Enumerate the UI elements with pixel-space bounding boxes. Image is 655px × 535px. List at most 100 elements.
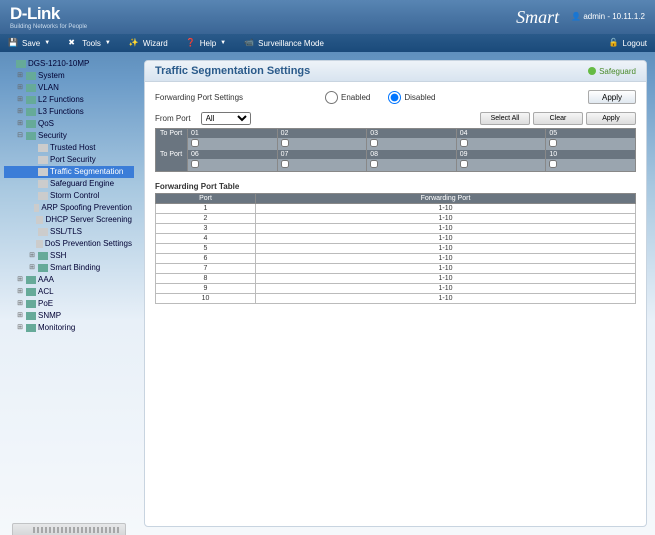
port-checkbox-10[interactable] — [549, 160, 557, 168]
tree-item-aaa[interactable]: ⊞AAA — [4, 274, 134, 286]
expand-icon[interactable]: ⊞ — [28, 250, 36, 262]
expand-icon[interactable]: ⊞ — [16, 82, 24, 94]
port-checkbox-03[interactable] — [370, 139, 378, 147]
device-image — [4, 514, 134, 535]
brand-name: D-Link — [10, 4, 87, 24]
cell-port: 7 — [156, 264, 256, 274]
port-checkbox-05[interactable] — [549, 139, 557, 147]
tree-item-dos-prevention-settings[interactable]: DoS Prevention Settings — [4, 238, 134, 250]
disabled-radio[interactable]: Disabled — [388, 91, 435, 104]
port-checkbox-04[interactable] — [460, 139, 468, 147]
expand-icon[interactable]: ⊞ — [28, 262, 36, 274]
tree-label: Port Security — [50, 154, 96, 166]
tree-item-ssl-tls[interactable]: SSL/TLS — [4, 226, 134, 238]
wizard-button[interactable]: ✨Wizard — [129, 38, 168, 48]
tree-device[interactable]: DGS-1210-10MP — [4, 58, 134, 70]
tree-item-port-security[interactable]: Port Security — [4, 154, 134, 166]
clear-button[interactable]: Clear — [533, 112, 583, 125]
port-header-03: 03 — [367, 129, 457, 138]
tree-item-snmp[interactable]: ⊞SNMP — [4, 310, 134, 322]
logout-button[interactable]: 🔓Logout — [609, 38, 647, 48]
folder-icon — [26, 288, 36, 296]
tree-item-ssh[interactable]: ⊞SSH — [4, 250, 134, 262]
tree-item-l3-functions[interactable]: ⊞ L3 Functions — [4, 106, 134, 118]
tree-label: L3 Functions — [38, 106, 84, 118]
select-all-button[interactable]: Select All — [480, 112, 530, 125]
expand-icon[interactable]: ⊞ — [16, 274, 24, 286]
main-toolbar: 💾Save▼ ✖Tools▼ ✨Wizard ❓Help▼ 📹Surveilla… — [0, 34, 655, 52]
page-icon — [38, 156, 48, 164]
port-header-01: 01 — [188, 129, 278, 138]
cell-port: 1 — [156, 204, 256, 214]
expand-icon[interactable]: ⊞ — [16, 310, 24, 322]
tree-label: QoS — [38, 118, 54, 130]
tree-item-poe[interactable]: ⊞PoE — [4, 298, 134, 310]
table-row: 101-10 — [156, 294, 636, 304]
folder-icon — [26, 324, 36, 332]
expand-icon[interactable]: ⊟ — [16, 130, 24, 142]
expand-icon[interactable]: ⊞ — [16, 106, 24, 118]
save-menu[interactable]: 💾Save▼ — [8, 38, 50, 48]
tree-item-arp-spoofing-prevention[interactable]: ARP Spoofing Prevention — [4, 202, 134, 214]
tree-label: Smart Binding — [50, 262, 100, 274]
apply-button[interactable]: Apply — [588, 90, 636, 104]
expand-icon[interactable]: ⊞ — [16, 118, 24, 130]
expand-icon[interactable]: ⊞ — [16, 286, 24, 298]
tree-item-acl[interactable]: ⊞ACL — [4, 286, 134, 298]
port-checkbox-09[interactable] — [460, 160, 468, 168]
table-row: 91-10 — [156, 284, 636, 294]
cell-port: 4 — [156, 234, 256, 244]
port-checkbox-06[interactable] — [191, 160, 199, 168]
tree-item-safeguard-engine[interactable]: Safeguard Engine — [4, 178, 134, 190]
expand-icon[interactable]: ⊞ — [16, 298, 24, 310]
tree-label: ARP Spoofing Prevention — [41, 202, 132, 214]
cell-port: 8 — [156, 274, 256, 284]
tree-item-vlan[interactable]: ⊞ VLAN — [4, 82, 134, 94]
tools-menu[interactable]: ✖Tools▼ — [68, 38, 111, 48]
page-icon — [36, 240, 43, 248]
folder-icon — [26, 84, 36, 92]
tree-item-smart-binding[interactable]: ⊞ Smart Binding — [4, 262, 134, 274]
tree-label: VLAN — [38, 82, 59, 94]
settings-label: Forwarding Port Settings — [155, 93, 325, 102]
expand-icon[interactable]: ⊞ — [16, 94, 24, 106]
tree-item-monitoring[interactable]: ⊞Monitoring — [4, 322, 134, 334]
apply-ports-button[interactable]: Apply — [586, 112, 636, 125]
tree-item-storm-control[interactable]: Storm Control — [4, 190, 134, 202]
surveillance-button[interactable]: 📹Surveillance Mode — [244, 38, 324, 48]
table-row: 31-10 — [156, 224, 636, 234]
page-icon — [38, 228, 48, 236]
tree-item-dhcp-server-screening[interactable]: DHCP Server Screening — [4, 214, 134, 226]
panel-header: Traffic Segmentation Settings Safeguard — [145, 61, 646, 82]
cell-port: 6 — [156, 254, 256, 264]
page-icon — [36, 216, 43, 224]
help-icon: ❓ — [186, 38, 196, 48]
folder-icon — [26, 300, 36, 308]
enabled-radio[interactable]: Enabled — [325, 91, 370, 104]
tree-item-system[interactable]: ⊞System — [4, 70, 134, 82]
port-checkbox-02[interactable] — [281, 139, 289, 147]
cell-fwd: 1-10 — [256, 284, 636, 294]
cell-port: 9 — [156, 284, 256, 294]
forwarding-port-table: Port Forwarding Port 11-1021-1031-1041-1… — [155, 193, 636, 304]
tree-item-security[interactable]: ⊟Security — [4, 130, 134, 142]
help-menu[interactable]: ❓Help▼ — [186, 38, 226, 48]
expand-icon[interactable]: ⊞ — [16, 322, 24, 334]
port-checkbox-08[interactable] — [370, 160, 378, 168]
user-label: admin - 10.11.1.2 — [583, 12, 645, 21]
page-icon — [38, 144, 48, 152]
brand-tagline: Building Networks for People — [10, 24, 87, 30]
port-checkbox-07[interactable] — [281, 160, 289, 168]
tree-item-trusted-host[interactable]: Trusted Host — [4, 142, 134, 154]
tree-item-traffic-segmentation[interactable]: Traffic Segmentation — [4, 166, 134, 178]
port-header-09: 09 — [457, 150, 547, 159]
table-row: 51-10 — [156, 244, 636, 254]
port-checkbox-01[interactable] — [191, 139, 199, 147]
tree-item-l2-functions[interactable]: ⊞ L2 Functions — [4, 94, 134, 106]
tree-label: L2 Functions — [38, 94, 84, 106]
tree-item-qos[interactable]: ⊞ QoS — [4, 118, 134, 130]
folder-icon — [26, 72, 36, 80]
expand-icon[interactable]: ⊞ — [16, 70, 24, 82]
port-header-10: 10 — [546, 150, 635, 159]
from-port-select[interactable]: All — [201, 112, 251, 125]
